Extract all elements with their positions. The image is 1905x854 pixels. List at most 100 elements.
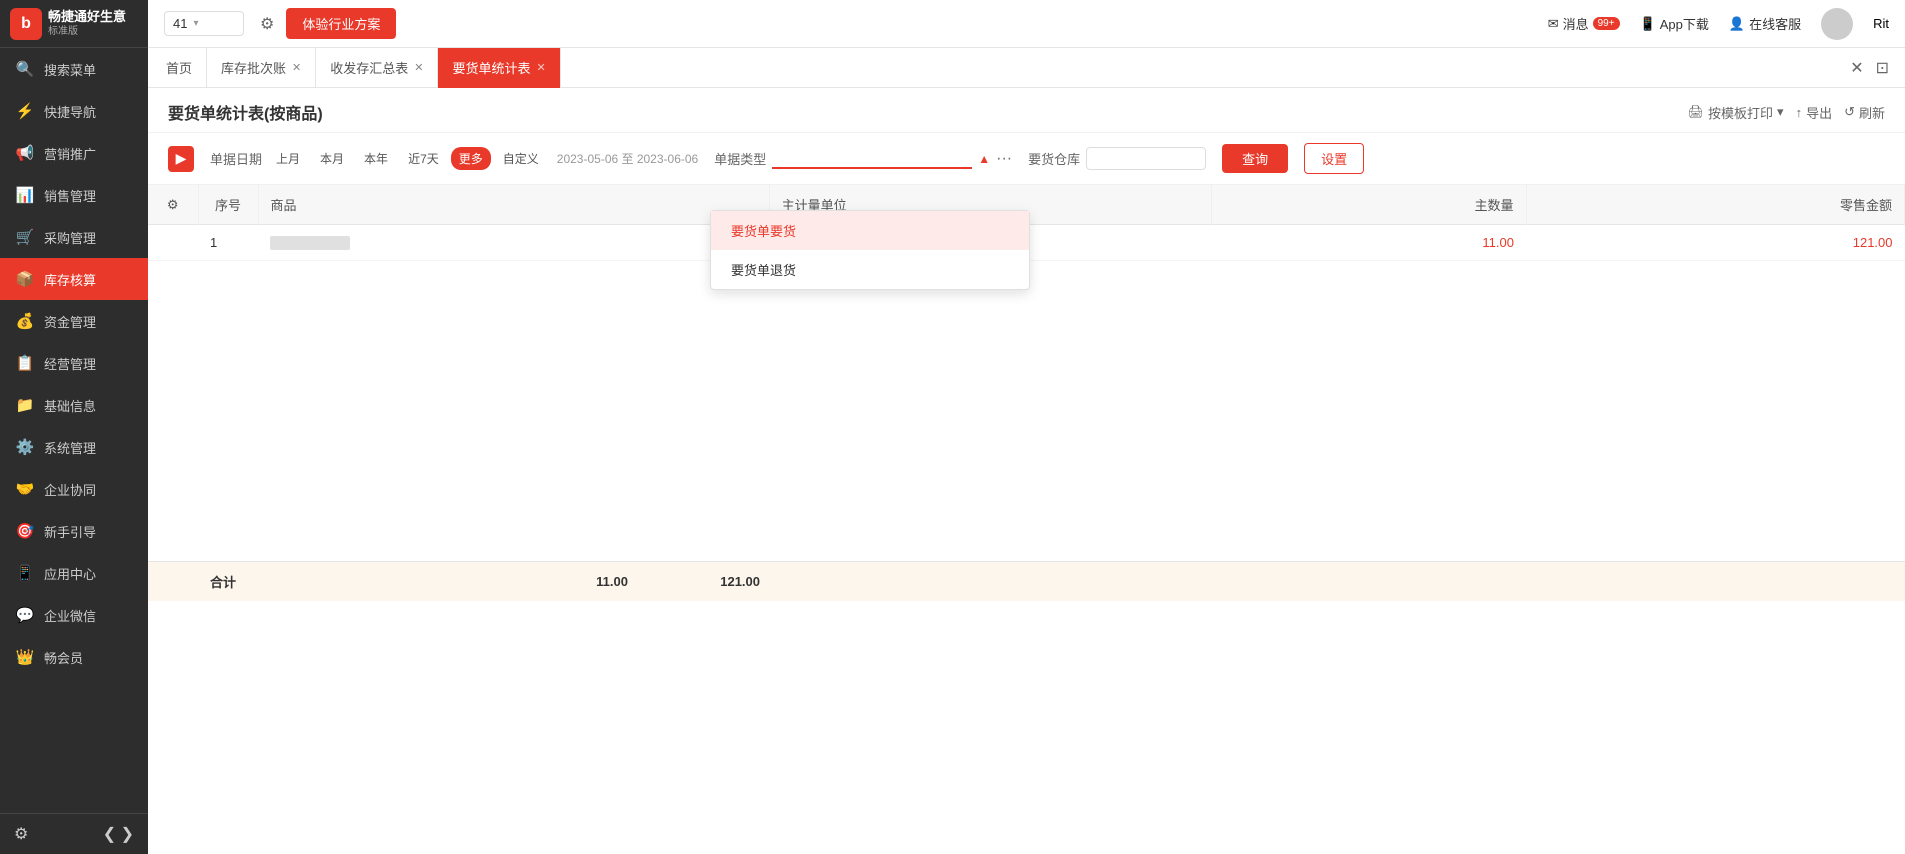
tab-label: 要货单统计表 — [452, 58, 530, 77]
inventory-icon: 📦 — [14, 268, 36, 290]
user-avatar[interactable] — [1821, 8, 1853, 40]
print-template-button[interactable]: 🖨 按模板打印 ▾ — [1688, 103, 1784, 122]
company-selector-arrow-icon: ▾ — [193, 18, 198, 29]
tab-close-all-button[interactable]: ✕ — [1846, 56, 1867, 80]
tab-close-icon[interactable]: ✕ — [292, 61, 301, 74]
table-col-seq: 序号 — [198, 185, 258, 225]
total-row: 合计 11.00 121.00 — [148, 561, 1905, 601]
appstore-icon: 📱 — [14, 562, 36, 584]
app-download-button[interactable]: 📱 App下载 — [1640, 14, 1709, 33]
system-icon: ⚙️ — [14, 436, 36, 458]
sidebar-item-label: 营销推广 — [44, 144, 96, 163]
sidebar-item-member[interactable]: 👑 畅会员 — [0, 636, 148, 678]
warehouse-filter-input[interactable] — [1086, 147, 1206, 170]
tab-order-summary[interactable]: 要货单统计表 ✕ — [438, 48, 560, 88]
main-content: 41 ▾ ⚙ 体验行业方案 ✉ 消息 99+ 📱 App下载 👤 在线客服 Ri… — [148, 0, 1905, 854]
sidebar-item-search[interactable]: 🔍 搜索菜单 — [0, 48, 148, 90]
sidebar-item-label: 企业协同 — [44, 480, 96, 499]
query-button[interactable]: 查询 — [1222, 144, 1288, 173]
sidebar-item-system[interactable]: ⚙️ 系统管理 — [0, 426, 148, 468]
logo-text: 畅捷通好生意 标准版 — [48, 9, 126, 39]
tabs-bar: 首页库存批次账✕ 收发存汇总表 ✕ 要货单统计表 ✕ ✕ ⊡ — [148, 48, 1905, 88]
tab-label: 收发存汇总表 — [330, 58, 408, 77]
filter-expand-button[interactable]: ▶ — [168, 146, 194, 172]
sidebar-menu: 🔍 搜索菜单 ⚡ 快捷导航 📢 营销推广 📊 销售管理 🛒 采购管理 📦 库存核… — [0, 48, 148, 813]
type-dropdown-menu: 要货单要货 要货单退货 — [710, 210, 1030, 290]
sidebar-item-finance[interactable]: 💰 资金管理 — [0, 300, 148, 342]
sidebar: b 畅捷通好生意 标准版 🔍 搜索菜单 ⚡ 快捷导航 📢 营销推广 📊 销售管理… — [0, 0, 148, 854]
sidebar-item-purchase[interactable]: 🛒 采购管理 — [0, 216, 148, 258]
message-badge: 99+ — [1593, 17, 1620, 30]
sidebar-item-wechat[interactable]: 💬 企业微信 — [0, 594, 148, 636]
sidebar-item-label: 新手引导 — [44, 522, 96, 541]
date-more-button[interactable]: 更多 — [451, 147, 491, 170]
warehouse-filter-group: 要货仓库 — [1028, 147, 1206, 170]
sidebar-item-guide[interactable]: 🎯 新手引导 — [0, 510, 148, 552]
topbar: 41 ▾ ⚙ 体验行业方案 ✉ 消息 99+ 📱 App下载 👤 在线客服 Ri… — [148, 0, 1905, 48]
total-label: 合计 — [160, 572, 520, 591]
date-this-year-button[interactable]: 本年 — [356, 147, 396, 170]
sidebar-item-basic[interactable]: 📁 基础信息 — [0, 384, 148, 426]
settings-icon[interactable]: ⚙ — [14, 824, 28, 844]
collapse-icon[interactable]: ❮ ❯ — [103, 824, 134, 844]
tab-receive-summary[interactable]: 收发存汇总表 ✕ — [316, 48, 438, 88]
trial-industry-button[interactable]: 体验行业方案 — [286, 8, 396, 39]
page-header-actions: 🖨 按模板打印 ▾ ↑ 导出 ↺ 刷新 — [1688, 103, 1886, 122]
sidebar-item-inventory[interactable]: 📦 库存核算 — [0, 258, 148, 300]
service-icon: 👤 — [1729, 16, 1745, 32]
sidebar-item-label: 库存核算 — [44, 270, 96, 289]
sidebar-item-marketing[interactable]: 📢 营销推广 — [0, 132, 148, 174]
table-cell-amount: 121.00 — [1526, 225, 1905, 261]
logo-icon: b — [10, 8, 42, 40]
export-icon: ↑ — [1796, 105, 1803, 120]
sidebar-item-sales[interactable]: 📊 销售管理 — [0, 174, 148, 216]
sidebar-item-label: 企业微信 — [44, 606, 96, 625]
date-this-month-button[interactable]: 本月 — [312, 147, 352, 170]
operation-icon: 📋 — [14, 352, 36, 374]
quick-nav-icon: ⚡ — [14, 100, 36, 122]
settings-button[interactable]: 设置 — [1304, 143, 1364, 174]
date-range-display: 2023-05-06 至 2023-06-06 — [557, 150, 698, 167]
user-name: Rit — [1873, 16, 1889, 31]
dropdown-item-order-return[interactable]: 要货单退货 — [711, 250, 1029, 289]
refresh-button[interactable]: ↺ 刷新 — [1844, 103, 1885, 122]
sidebar-item-cooperation[interactable]: 🤝 企业协同 — [0, 468, 148, 510]
tab-home[interactable]: 首页 — [152, 48, 207, 88]
table-cell-gear — [148, 225, 198, 261]
type-filter-group: 单据类型 ▲ ··· — [714, 148, 1012, 169]
table-col-product: 商品 — [258, 185, 769, 225]
dropdown-item-order-goods[interactable]: 要货单要货 — [711, 211, 1029, 250]
tab-label: 首页 — [166, 58, 192, 77]
date-custom-button[interactable]: 自定义 — [495, 147, 547, 170]
sidebar-item-operation[interactable]: 📋 经营管理 — [0, 342, 148, 384]
date-last-month-button[interactable]: 上月 — [268, 147, 308, 170]
export-button[interactable]: ↑ 导出 — [1796, 103, 1833, 122]
tab-close-icon[interactable]: ✕ — [537, 61, 546, 74]
online-service-button[interactable]: 👤 在线客服 — [1729, 14, 1801, 33]
sidebar-logo: b 畅捷通好生意 标准版 — [0, 0, 148, 48]
table-cell-qty: 11.00 — [1211, 225, 1526, 261]
sidebar-item-appstore[interactable]: 📱 应用中心 — [0, 552, 148, 594]
tab-maximize-button[interactable]: ⊡ — [1872, 56, 1893, 80]
sidebar-item-label: 销售管理 — [44, 186, 96, 205]
sidebar-item-quick-nav[interactable]: ⚡ 快捷导航 — [0, 90, 148, 132]
table-col-qty: 主数量 — [1211, 185, 1526, 225]
company-selector[interactable]: 41 ▾ — [164, 11, 244, 36]
topbar-gear-icon[interactable]: ⚙ — [260, 14, 274, 34]
date-last-7-days-button[interactable]: 近7天 — [400, 147, 447, 170]
member-icon: 👑 — [14, 646, 36, 668]
tab-stock-batch[interactable]: 库存批次账✕ — [207, 48, 316, 88]
type-filter-input[interactable] — [772, 148, 972, 169]
warehouse-filter-label: 要货仓库 — [1028, 149, 1080, 168]
refresh-icon: ↺ — [1844, 104, 1855, 120]
empty-space — [148, 261, 1905, 561]
type-filter-arrow-icon[interactable]: ▲ — [978, 152, 990, 166]
tabs-bar-right: ✕ ⊡ — [1846, 56, 1901, 80]
message-button[interactable]: ✉ 消息 99+ — [1548, 14, 1620, 33]
tab-close-icon[interactable]: ✕ — [414, 61, 423, 74]
type-filter-more-icon[interactable]: ··· — [996, 150, 1012, 168]
type-filter-label: 单据类型 — [714, 149, 766, 168]
table-col-gear[interactable]: ⚙ — [148, 185, 198, 225]
sales-icon: 📊 — [14, 184, 36, 206]
page-inner: 要货单统计表(按商品) 🖨 按模板打印 ▾ ↑ 导出 ↺ 刷新 — [148, 88, 1905, 854]
